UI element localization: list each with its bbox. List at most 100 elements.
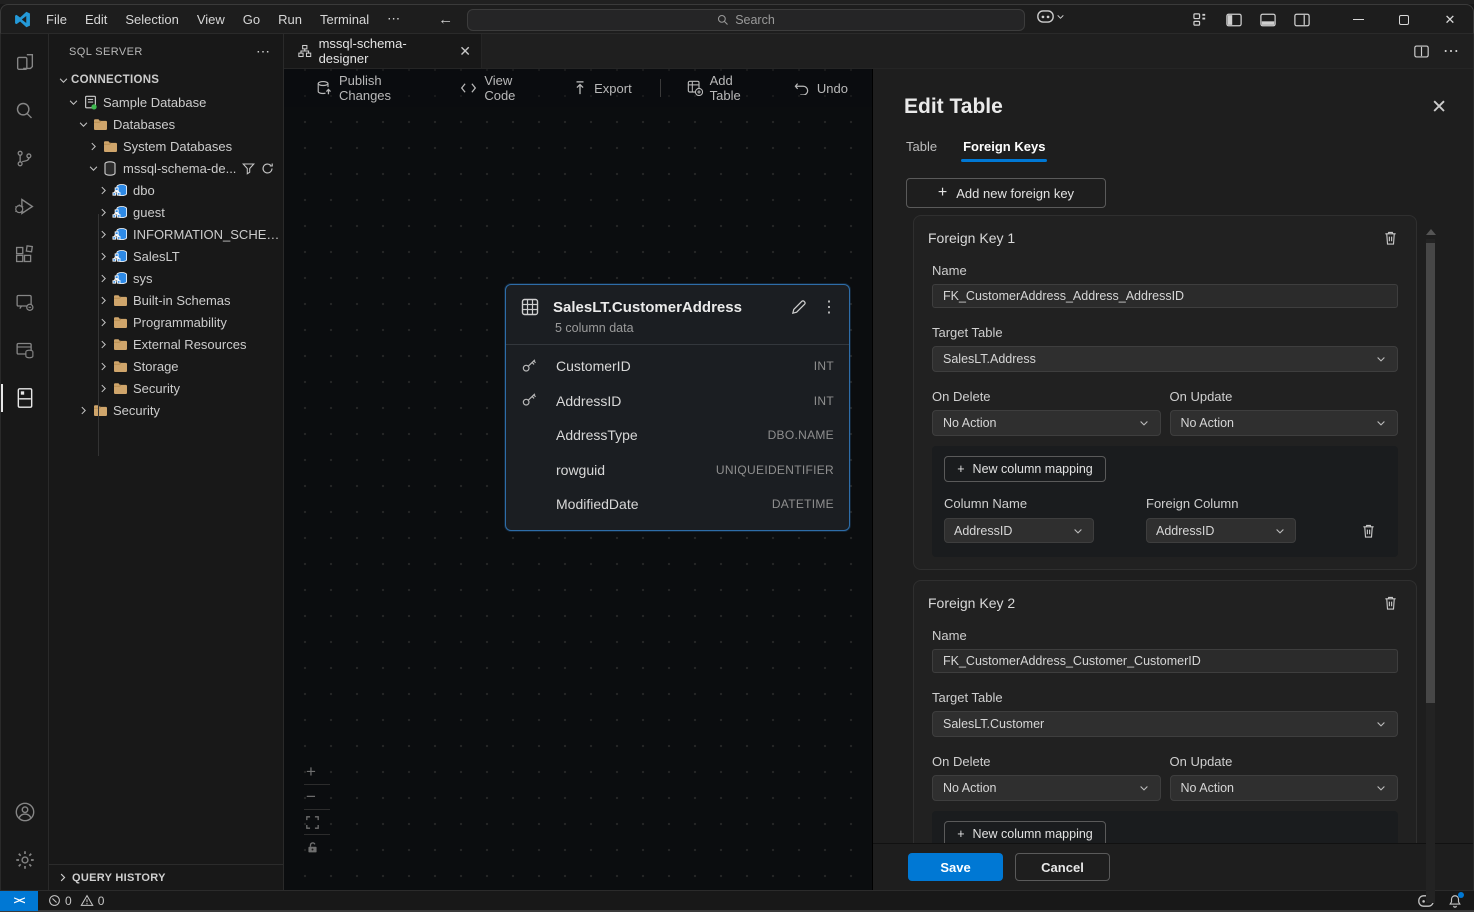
activity-search-icon[interactable] [1,86,49,134]
window-close-button[interactable]: ✕ [1427,5,1473,34]
fit-view-button[interactable] [304,810,330,835]
toggle-panel-icon[interactable] [1253,5,1283,34]
table-card-customeraddress[interactable]: SalesLT.CustomerAddress ⋮ 5 column data … [505,284,850,531]
filter-icon[interactable] [242,162,255,175]
zoom-out-button[interactable]: − [304,785,330,810]
activity-extensions-icon[interactable] [1,230,49,278]
activity-settings-gear-icon[interactable] [1,836,49,884]
column-name-select[interactable]: AddressID [944,518,1094,543]
on-delete-select[interactable]: No Action [932,410,1161,436]
tree-item-external-resources[interactable]: External Resources [49,333,283,355]
toggle-primary-sidebar-icon[interactable] [1219,5,1249,34]
table-column-row[interactable]: CustomerIDINT [506,349,849,384]
tree-item-dbo[interactable]: dbo [49,179,283,201]
tree-item-saleslt[interactable]: SalesLT [49,245,283,267]
copilot-menu[interactable] [1037,10,1065,23]
tree-item-databases[interactable]: Databases [49,113,283,135]
table-column-row[interactable]: AddressIDINT [506,384,849,419]
table-column-row[interactable]: rowguidUNIQUEIDENTIFIER [506,453,849,488]
customize-layout-icon[interactable] [1185,5,1215,34]
activity-source-control-icon[interactable] [1,134,49,182]
chevron-right-icon [75,405,91,416]
add-foreign-key-button[interactable]: + Add new foreign key [906,178,1106,208]
tree-item-sys[interactable]: sys [49,267,283,289]
schema-canvas[interactable]: Publish Changes View Code Export Add Table U… [284,69,873,890]
canvas-zoom-controls: + − [304,760,330,860]
menu-view[interactable]: View [188,8,234,31]
sidebar-more-button[interactable]: ⋯ [256,43,271,60]
foreign-column-select[interactable]: AddressID [1146,518,1296,543]
table-column-row[interactable]: ModifiedDateDATETIME [506,487,849,522]
activity-remote-explorer-icon[interactable] [1,278,49,326]
edit-table-pencil-icon[interactable] [790,299,807,316]
tree-item-system-databases[interactable]: System Databases [49,135,283,157]
panel-tab-foreign-keys[interactable]: Foreign Keys [963,139,1045,162]
table-column-row[interactable]: AddressTypeDBO.NAME [506,418,849,453]
refresh-icon[interactable] [261,162,274,175]
tab-mssql-schema-designer[interactable]: mssql-schema-designer ✕ [284,34,482,68]
delete-mapping-icon[interactable] [1361,523,1376,539]
scrollbar-thumb[interactable] [1426,243,1435,703]
target-table-select[interactable]: SalesLT.Address [932,346,1398,372]
new-column-mapping-button[interactable]: +New column mapping [944,821,1106,843]
activity-run-debug-icon[interactable] [1,182,49,230]
on-update-select[interactable]: No Action [1170,410,1399,436]
menu-go[interactable]: Go [234,8,269,31]
menu-file[interactable]: File [37,8,76,31]
maximize-button[interactable] [1381,5,1427,34]
activity-database-projects-icon[interactable] [1,326,49,374]
editor-more-actions-button[interactable]: ⋯ [1443,41,1459,61]
panel-scrollbar[interactable] [1425,229,1436,911]
add-table-button[interactable]: Add Table [677,68,770,108]
tab-close-icon[interactable]: ✕ [459,43,471,60]
activity-sql-server-icon[interactable] [1,374,49,422]
delete-foreign-key-icon[interactable] [1383,230,1398,246]
save-button[interactable]: Save [908,853,1003,881]
foreign-key-name-input[interactable]: FK_CustomerAddress_Address_AddressID [932,284,1398,308]
tree-item-label: Programmability [133,315,227,330]
tree-item-guest[interactable]: guest [49,201,283,223]
table-card-kebab-menu-icon[interactable]: ⋮ [821,297,837,317]
back-arrow-icon[interactable]: ← [438,11,453,28]
export-button[interactable]: Export [563,75,642,101]
menu-run[interactable]: Run [269,8,311,31]
activity-explorer-icon[interactable] [1,38,49,86]
undo-button[interactable]: Undo [784,76,858,101]
menu-more-button[interactable]: ⋯ [378,9,410,29]
query-history-section[interactable]: QUERY HISTORY [49,864,283,890]
on-delete-select[interactable]: No Action [932,775,1161,801]
panel-tabs: Table Foreign Keys [906,139,1473,162]
tree-item-storage[interactable]: Storage [49,355,283,377]
new-column-mapping-button[interactable]: +New column mapping [944,456,1106,482]
menu-edit[interactable]: Edit [76,8,116,31]
panel-close-icon[interactable]: ✕ [1431,96,1447,119]
tree-item-connections[interactable]: CONNECTIONS [49,69,283,91]
view-code-button[interactable]: View Code [450,68,549,108]
notifications-bell[interactable] [1448,894,1462,908]
publish-changes-button[interactable]: Publish Changes [306,68,436,108]
command-search-input[interactable]: Search [467,9,1025,31]
split-editor-icon[interactable] [1414,45,1429,58]
tree-item-programmability[interactable]: Programmability [49,311,283,333]
remote-indicator[interactable]: >< [0,891,38,911]
problems-indicator[interactable]: 0 0 [48,894,104,908]
tree-item-security[interactable]: Security [49,399,283,421]
tree-item-security[interactable]: Security [49,377,283,399]
tree-item-mssql-schema-de-[interactable]: mssql-schema-de... [49,157,283,179]
toggle-secondary-sidebar-icon[interactable] [1287,5,1317,34]
minimize-button[interactable] [1335,5,1381,34]
target-table-select[interactable]: SalesLT.Customer [932,711,1398,737]
menu-terminal[interactable]: Terminal [311,8,378,31]
cancel-button[interactable]: Cancel [1015,853,1110,881]
tree-item-sample-database[interactable]: Sample Database [49,91,283,113]
delete-foreign-key-icon[interactable] [1383,595,1398,611]
panel-tab-table[interactable]: Table [906,139,937,162]
tree-item-information-schema[interactable]: INFORMATION_SCHEMA [49,223,283,245]
zoom-in-button[interactable]: + [304,760,330,785]
menu-selection[interactable]: Selection [116,8,187,31]
foreign-key-name-input[interactable]: FK_CustomerAddress_Customer_CustomerID [932,649,1398,673]
lock-button[interactable] [304,835,330,860]
activity-account-icon[interactable] [1,788,49,836]
on-update-select[interactable]: No Action [1170,775,1399,801]
tree-item-built-in-schemas[interactable]: Built-in Schemas [49,289,283,311]
